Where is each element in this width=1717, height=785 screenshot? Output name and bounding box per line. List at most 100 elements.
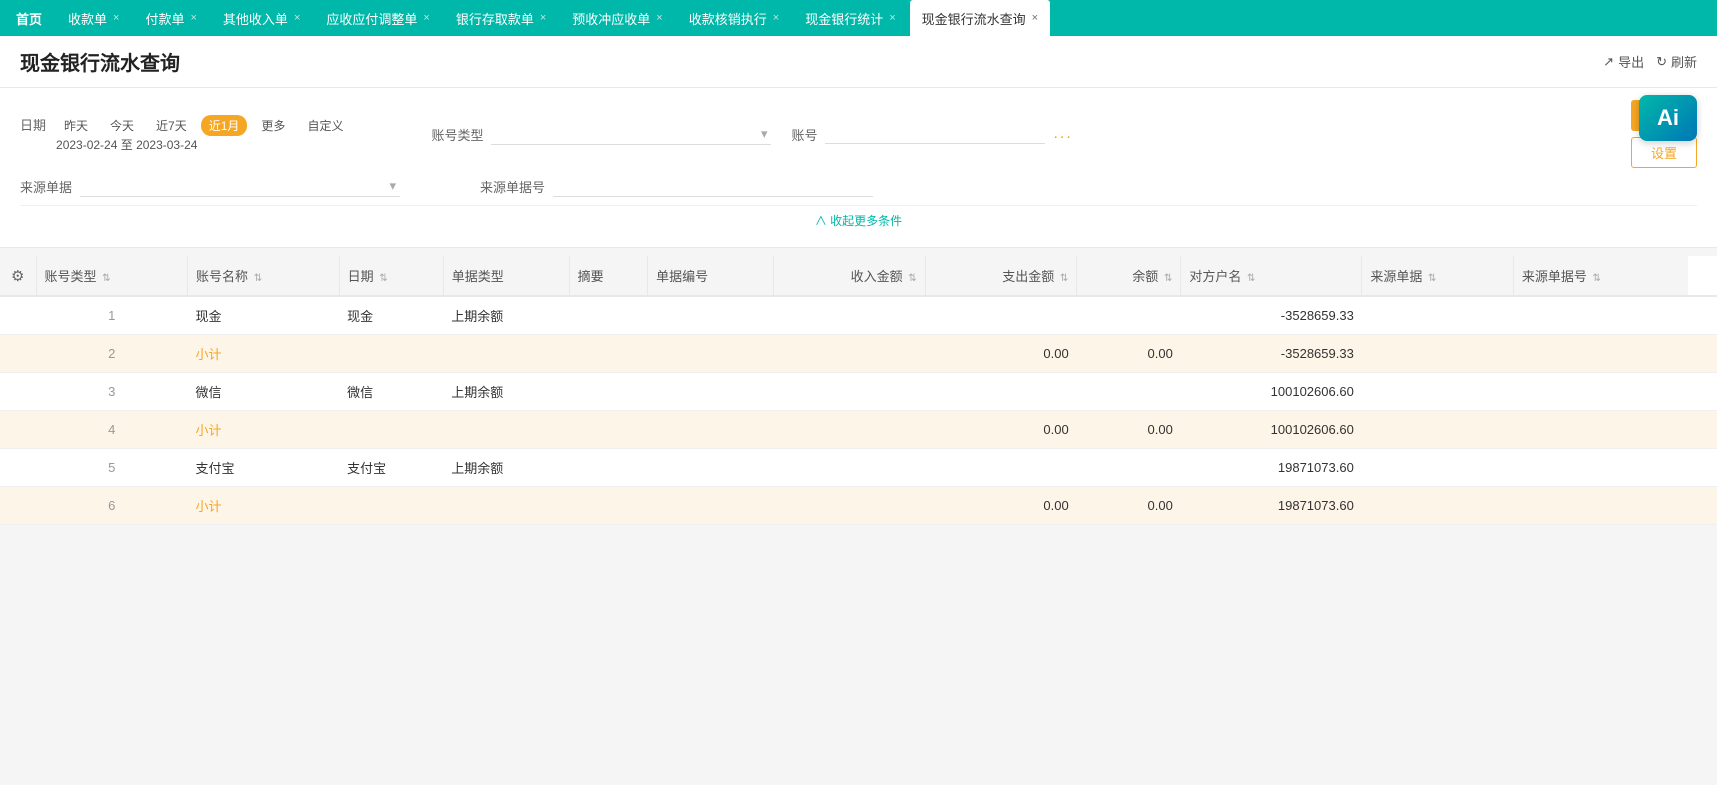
table-row[interactable]: 3微信微信上期余额100102606.60 xyxy=(0,373,1717,411)
table-row[interactable]: 4小计0.000.00100102606.60 xyxy=(0,411,1717,449)
nav-tab-预收冲应收单[interactable]: 预收冲应收单 × xyxy=(560,0,674,36)
sort-icon: ⇅ xyxy=(254,273,262,284)
sort-icon: ⇅ xyxy=(1428,273,1436,284)
table-cell xyxy=(774,449,926,487)
data-table-container: ⚙ 账号类型 ⇅ 账号名称 ⇅ 日期 ⇅ 单据类型 摘要 xyxy=(0,256,1717,525)
collapse-conditions-bar[interactable]: ∧ 收起更多条件 xyxy=(20,205,1697,235)
account-filter: 账号 ... xyxy=(791,124,1072,144)
ellipsis-button[interactable]: ... xyxy=(1053,125,1072,143)
ai-badge[interactable]: Ai xyxy=(1639,95,1697,141)
nav-tab-其他收入单[interactable]: 其他收入单 × xyxy=(211,0,312,36)
table-cell: 0.00 xyxy=(1077,411,1181,449)
date-btn-yesterday[interactable]: 昨天 xyxy=(56,115,96,136)
settings-button[interactable]: 设置 xyxy=(1631,137,1697,168)
nav-tab-银行存取款单[interactable]: 银行存取款单 × xyxy=(444,0,558,36)
table-row[interactable]: 2小计0.000.00-3528659.33 xyxy=(0,335,1717,373)
close-icon[interactable]: × xyxy=(113,12,119,24)
table-cell xyxy=(774,373,926,411)
refresh-icon: ↻ xyxy=(1656,54,1667,70)
table-row[interactable]: 5支付宝支付宝上期余额19871073.60 xyxy=(0,449,1717,487)
close-icon[interactable]: × xyxy=(773,12,779,24)
table-header-account-name[interactable]: 账号名称 ⇅ xyxy=(188,256,340,296)
source-doc-filter: 来源单据 ▾ xyxy=(20,176,400,197)
table-header-date[interactable]: 日期 ⇅ xyxy=(339,256,443,296)
table-cell xyxy=(569,449,648,487)
table-cell xyxy=(1688,373,1717,411)
table-cell xyxy=(569,487,648,525)
close-icon[interactable]: × xyxy=(294,12,300,24)
table-header-summary[interactable]: 摘要 xyxy=(569,256,648,296)
table-cell xyxy=(1688,296,1717,335)
table-header-doc-type[interactable]: 单据类型 xyxy=(443,256,569,296)
table-cell: 上期余额 xyxy=(443,296,569,335)
date-btn-7days[interactable]: 近7天 xyxy=(148,115,195,136)
date-buttons: 昨天 今天 近7天 近1月 更多 自定义 xyxy=(56,115,351,136)
table-cell xyxy=(925,449,1077,487)
account-input[interactable] xyxy=(825,124,1045,144)
table-header-counterpart[interactable]: 对方户名 ⇅ xyxy=(1181,256,1362,296)
nav-tab-现金银行流水查询[interactable]: 现金银行流水查询 × xyxy=(910,0,1050,36)
account-type-filter: 账号类型 ▾ xyxy=(431,124,771,145)
table-cell: 100102606.60 xyxy=(1181,411,1362,449)
table-cell xyxy=(1513,449,1687,487)
close-icon[interactable]: × xyxy=(656,12,662,24)
date-btn-more[interactable]: 更多 xyxy=(253,115,293,136)
sort-icon: ⇅ xyxy=(379,273,387,284)
table-cell: 6 xyxy=(36,487,188,525)
table-row[interactable]: 1现金现金上期余额-3528659.33 xyxy=(0,296,1717,335)
table-row[interactable]: 6小计0.000.0019871073.60 xyxy=(0,487,1717,525)
table-cell-settings xyxy=(0,411,36,449)
table-header-expense[interactable]: 支出金额 ⇅ xyxy=(925,256,1077,296)
table-cell xyxy=(1362,487,1514,525)
header-actions: ↗ 导出 ↻ 刷新 xyxy=(1603,52,1697,71)
filter-row-source: 来源单据 ▾ 来源单据号 xyxy=(20,176,1697,197)
nav-tab-收款核销执行[interactable]: 收款核销执行 × xyxy=(677,0,791,36)
table-cell xyxy=(443,411,569,449)
table-header-source-doc-no[interactable]: 来源单据号 ⇅ xyxy=(1513,256,1687,296)
table-header-balance[interactable]: 余额 ⇅ xyxy=(1077,256,1181,296)
table-cell xyxy=(648,449,774,487)
gear-icon[interactable]: ⚙ xyxy=(11,268,24,285)
sort-icon: ⇅ xyxy=(1060,273,1068,284)
table-cell xyxy=(569,296,648,335)
close-icon[interactable]: × xyxy=(889,12,895,24)
table-header-account-type[interactable]: 账号类型 ⇅ xyxy=(36,256,188,296)
close-icon[interactable]: × xyxy=(1032,12,1038,24)
nav-tab-现金银行统计[interactable]: 现金银行统计 × xyxy=(793,0,907,36)
table-header-settings[interactable]: ⚙ xyxy=(0,256,36,296)
close-icon[interactable]: × xyxy=(423,12,429,24)
nav-tab-应收应付调整单[interactable]: 应收应付调整单 × xyxy=(314,0,441,36)
account-type-select[interactable]: ▾ xyxy=(491,124,771,145)
table-cell xyxy=(648,411,774,449)
table-cell: 支付宝 xyxy=(339,449,443,487)
table-cell xyxy=(1362,296,1514,335)
close-icon[interactable]: × xyxy=(540,12,546,24)
nav-tab-付款单[interactable]: 付款单 × xyxy=(133,0,208,36)
table-cell xyxy=(1688,487,1717,525)
nav-home[interactable]: 首页 xyxy=(4,0,54,36)
table-cell: 上期余额 xyxy=(443,373,569,411)
date-btn-custom[interactable]: 自定义 xyxy=(299,115,351,136)
page-title: 现金银行流水查询 xyxy=(20,47,180,76)
date-btn-today[interactable]: 今天 xyxy=(102,115,142,136)
export-button[interactable]: ↗ 导出 xyxy=(1603,52,1644,71)
table-cell xyxy=(925,373,1077,411)
table-cell xyxy=(1688,449,1717,487)
account-type-label: 账号类型 xyxy=(431,125,483,144)
refresh-button[interactable]: ↻ 刷新 xyxy=(1656,52,1697,71)
table-cell xyxy=(1362,373,1514,411)
table-cell: 0.00 xyxy=(925,487,1077,525)
table-cell xyxy=(648,487,774,525)
table-header-income[interactable]: 收入金额 ⇅ xyxy=(774,256,926,296)
source-doc-select[interactable]: ▾ xyxy=(80,176,400,197)
nav-tab-收款单[interactable]: 收款单 × xyxy=(56,0,131,36)
table-header-source-doc[interactable]: 来源单据 ⇅ xyxy=(1362,256,1514,296)
source-doc-no-input[interactable] xyxy=(553,177,873,197)
close-icon[interactable]: × xyxy=(190,12,196,24)
date-btn-1month[interactable]: 近1月 xyxy=(201,115,248,136)
table-cell xyxy=(1077,373,1181,411)
table-cell: 19871073.60 xyxy=(1181,449,1362,487)
table-header-doc-no[interactable]: 单据编号 xyxy=(648,256,774,296)
filter-area: 日期 昨天 今天 近7天 近1月 更多 自定义 2023-02-24 至 202… xyxy=(0,88,1717,248)
table-cell xyxy=(443,487,569,525)
